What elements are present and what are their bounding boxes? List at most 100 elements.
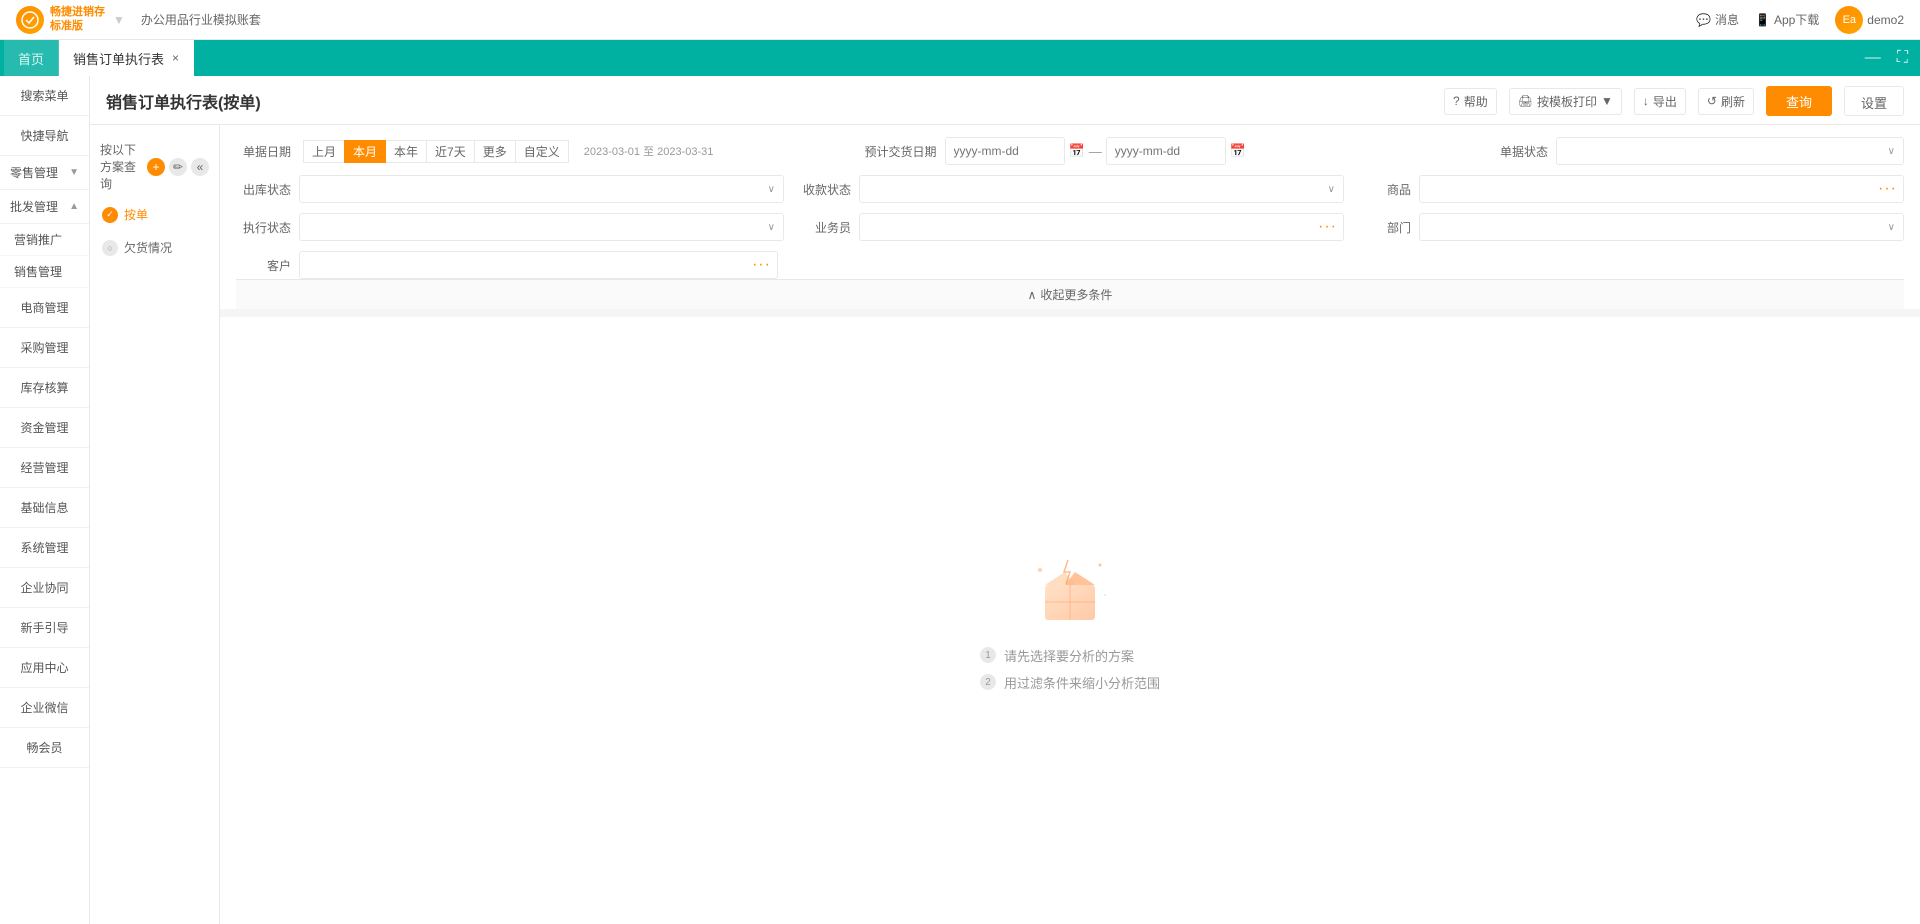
print-btn[interactable]: 🖨 按模板打印 ▼: [1509, 88, 1622, 115]
tab-bar: 首页 销售订单执行表 × — ⛶: [0, 40, 1920, 76]
payment-dropdown-icon: ∨: [1328, 184, 1335, 195]
app-download-btn[interactable]: 📱 App下载: [1755, 11, 1819, 28]
salesperson-dots-icon: ···: [1318, 218, 1337, 236]
collapse-panel-btn[interactable]: «: [191, 158, 209, 176]
avatar: Ea: [1835, 6, 1863, 34]
salesperson-label: 业务员: [796, 219, 851, 236]
help-btn[interactable]: ? 帮助: [1444, 88, 1497, 115]
expected-date-end[interactable]: [1106, 137, 1226, 165]
logo-icon: [16, 6, 44, 34]
print-icon: 🖨: [1518, 94, 1533, 108]
inner-layout: 按以下方案查询 + ✏ « ✓ 按单 ○: [90, 125, 1920, 924]
payment-label: 收款状态: [796, 181, 851, 198]
right-content: 单据日期 上月 本月 本年 近7天 更多 自定义 2023-03-01 至 20…: [220, 125, 1920, 924]
date-label: 单据日期: [236, 143, 291, 160]
date-tab-thisyear[interactable]: 本年: [385, 140, 427, 163]
tab-sales-order[interactable]: 销售订单执行表 ×: [59, 40, 194, 76]
calendar-end-icon: 📅: [1230, 143, 1246, 159]
customer-label: 客户: [236, 257, 291, 274]
dept-select[interactable]: ∨: [1419, 213, 1904, 241]
collapse-icon: «: [197, 160, 204, 174]
calendar-start-icon: 📅: [1069, 143, 1085, 159]
page-title-bar: 销售订单执行表(按单) ? 帮助 🖨 按模板打印 ▼ ↓ 导出 ↺ 刷新: [90, 76, 1920, 125]
refresh-btn[interactable]: ↺ 刷新: [1698, 88, 1754, 115]
filter-row-3: 执行状态 ∨ 业务员 ··· 部门: [236, 213, 1904, 241]
tab-close-icon[interactable]: ×: [172, 51, 179, 65]
collapse-bar[interactable]: ∧ 收起更多条件: [236, 279, 1904, 309]
tab-maximize-btn[interactable]: ⛶: [1893, 45, 1912, 71]
add-scheme-btn[interactable]: +: [147, 158, 165, 176]
filter-cell-exec: 执行状态 ∨: [236, 213, 784, 241]
filter-row-4: 客户 ···: [236, 251, 1904, 279]
wholesale-arrow-icon: ▲: [69, 201, 79, 212]
query-btn[interactable]: 查询: [1766, 86, 1832, 116]
status-select[interactable]: ∨: [1556, 137, 1904, 165]
delivery-label: 出库状态: [236, 181, 291, 198]
sidebar-item-search[interactable]: 搜索菜单: [0, 76, 89, 116]
dept-label: 部门: [1356, 219, 1411, 236]
sidebar-section-retail: 零售管理 ▼: [0, 156, 89, 190]
sidebar-item-system[interactable]: 系统管理: [0, 528, 89, 568]
date-tab-7days[interactable]: 近7天: [426, 140, 475, 163]
print-dropdown-icon: ▼: [1601, 94, 1613, 108]
user-menu[interactable]: Ea demo2: [1835, 6, 1904, 34]
sidebar-section-wholesale: 批发管理 ▲ 营销推广 销售管理: [0, 190, 89, 288]
sidebar-item-wechat[interactable]: 企业微信: [0, 688, 89, 728]
delivery-select[interactable]: ∨: [299, 175, 784, 203]
goods-dots-icon: ···: [1878, 180, 1897, 198]
salesperson-field[interactable]: ···: [859, 213, 1344, 241]
breadcrumb-arrow: ▼: [113, 13, 125, 27]
sidebar-item-inventory[interactable]: 库存核算: [0, 368, 89, 408]
tab-home[interactable]: 首页: [4, 40, 59, 76]
sidebar-retail-header[interactable]: 零售管理 ▼: [0, 156, 89, 190]
message-btn[interactable]: 💬 消息: [1696, 11, 1739, 28]
expected-date-start[interactable]: [945, 137, 1065, 165]
tab-minimize-btn[interactable]: —: [1861, 45, 1885, 71]
header-right: 💬 消息 📱 App下载 Ea demo2: [1696, 6, 1904, 34]
filter-cell-delivery: 出库状态 ∨: [236, 175, 784, 203]
empty-hint-2: 2 用过滤条件来缩小分析范围: [980, 673, 1160, 692]
sidebar-item-newbie[interactable]: 新手引导: [0, 608, 89, 648]
sidebar-item-quicknav[interactable]: 快捷导航: [0, 116, 89, 156]
filter-cell-goods: 商品 ···: [1356, 175, 1904, 203]
hint-num-1: 1: [980, 647, 996, 663]
scheme-item-order[interactable]: ✓ 按单: [90, 198, 219, 231]
logo-area: 畅捷进销存 标准版: [16, 6, 105, 34]
exec-select[interactable]: ∨: [299, 213, 784, 241]
sidebar-item-ecommerce[interactable]: 电商管理: [0, 288, 89, 328]
goods-field[interactable]: ···: [1419, 175, 1904, 203]
scheme-item-shortage[interactable]: ○ 欠货情况: [90, 231, 219, 264]
content-area: 销售订单执行表(按单) ? 帮助 🖨 按模板打印 ▼ ↓ 导出 ↺ 刷新: [90, 76, 1920, 924]
status-label: 单据状态: [1493, 143, 1548, 160]
date-tab-lastmonth[interactable]: 上月: [303, 140, 345, 163]
page-actions: ? 帮助 🖨 按模板打印 ▼ ↓ 导出 ↺ 刷新 查询 设置: [1444, 86, 1904, 116]
settings-btn[interactable]: 设置: [1844, 86, 1904, 116]
customer-field[interactable]: ···: [299, 251, 778, 279]
export-btn[interactable]: ↓ 导出: [1634, 88, 1686, 115]
date-tab-thismonth[interactable]: 本月: [344, 140, 386, 163]
sidebar-item-management[interactable]: 经营管理: [0, 448, 89, 488]
sidebar-item-purchase[interactable]: 采购管理: [0, 328, 89, 368]
sidebar-sub-sales[interactable]: 销售管理: [0, 256, 89, 288]
download-icon: 📱: [1755, 13, 1770, 27]
breadcrumb: 办公用品行业模拟账套: [141, 11, 261, 28]
filter-section: 单据日期 上月 本月 本年 近7天 更多 自定义 2023-03-01 至 20…: [220, 125, 1920, 309]
empty-state: 1 请先选择要分析的方案 2 用过滤条件来缩小分析范围: [220, 317, 1920, 924]
sidebar-item-enterprise[interactable]: 企业协同: [0, 568, 89, 608]
date-range-text: 2023-03-01 至 2023-03-31: [584, 143, 714, 159]
date-tab-more[interactable]: 更多: [474, 140, 516, 163]
sidebar-wholesale-header[interactable]: 批发管理 ▲: [0, 190, 89, 224]
goods-label: 商品: [1356, 181, 1411, 198]
sidebar-item-member[interactable]: 畅会员: [0, 728, 89, 768]
payment-select[interactable]: ∨: [859, 175, 1344, 203]
page-title: 销售订单执行表(按单): [106, 89, 261, 113]
sidebar-item-basic[interactable]: 基础信息: [0, 488, 89, 528]
sidebar-sub-marketing[interactable]: 营销推广: [0, 224, 89, 256]
sidebar-item-apps[interactable]: 应用中心: [0, 648, 89, 688]
date-tab-custom[interactable]: 自定义: [515, 140, 569, 163]
filter-cell-expected-date: 预计交货日期 📅 — 📅: [865, 137, 1482, 165]
sidebar-item-finance[interactable]: 资金管理: [0, 408, 89, 448]
header-left: 畅捷进销存 标准版 ▼ 办公用品行业模拟账套: [16, 6, 261, 34]
edit-scheme-btn[interactable]: ✏: [169, 158, 187, 176]
dept-dropdown-icon: ∨: [1888, 222, 1895, 233]
